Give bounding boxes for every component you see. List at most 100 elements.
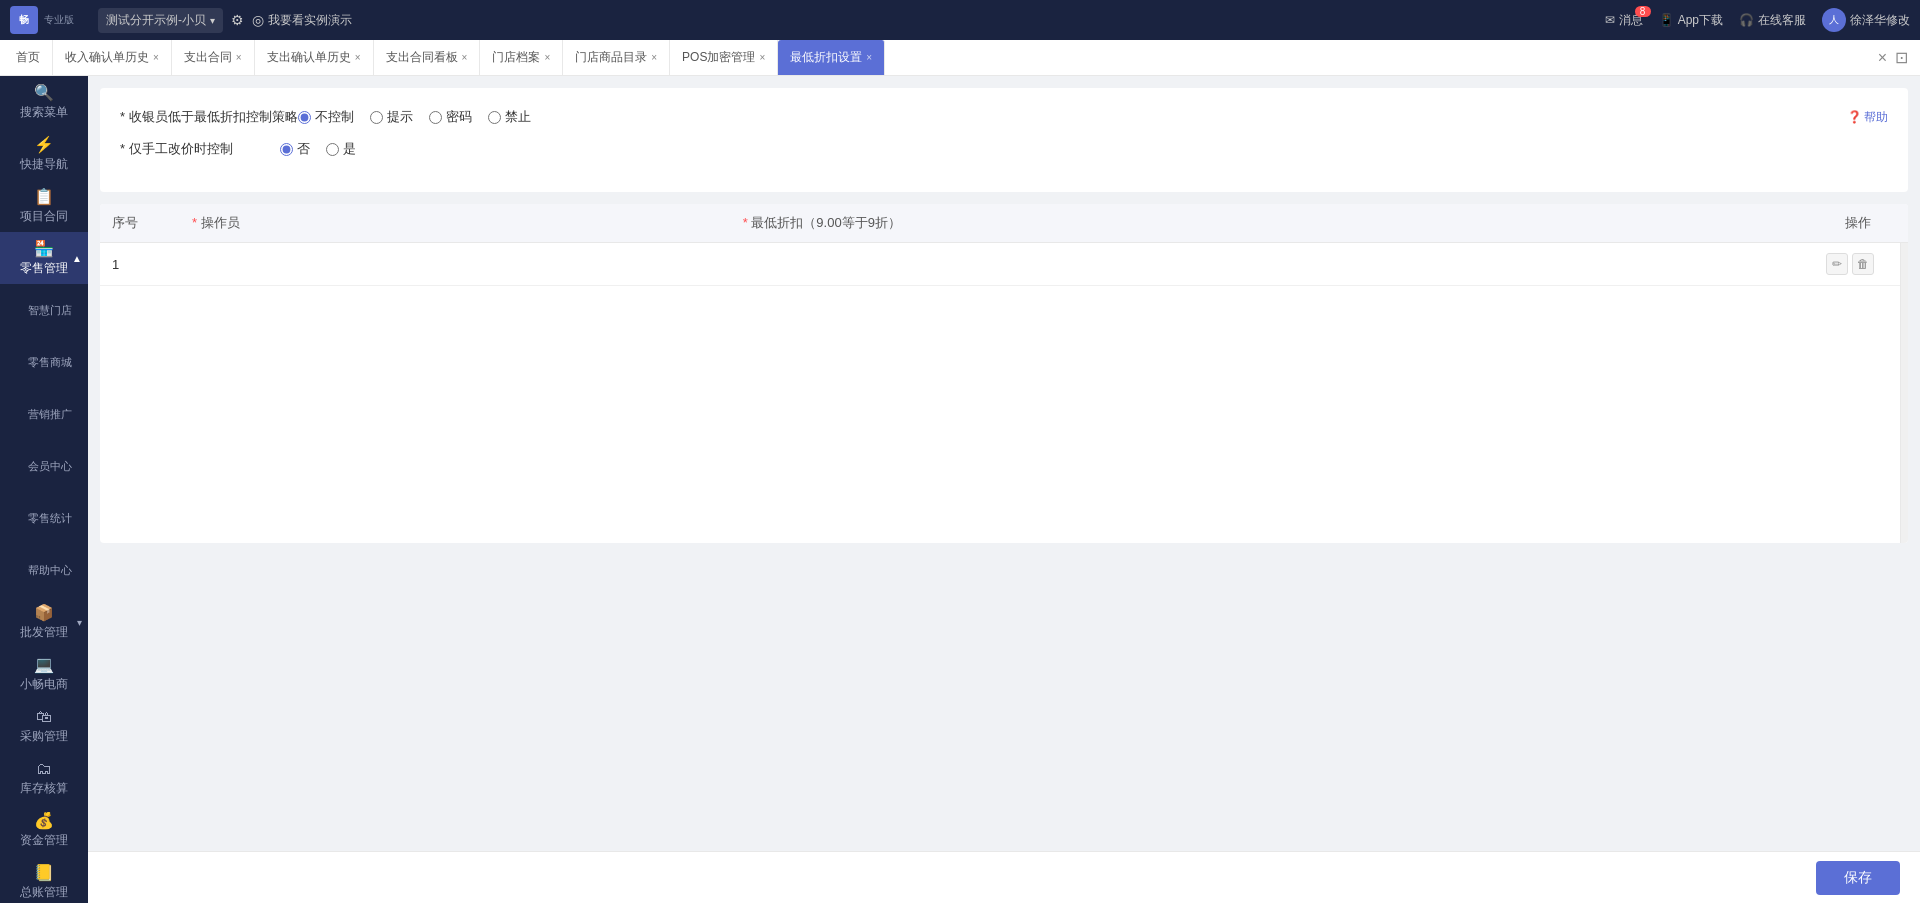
cashier-policy-label-text: * 收银员低于最低折扣控制策略 <box>120 109 298 124</box>
delete-row-btn-1[interactable]: 🗑 <box>1852 253 1874 275</box>
table-rows-wrap: 1 ✏ 🗑 <box>100 243 1900 543</box>
tab-min-discount[interactable]: 最低折扣设置 × <box>778 40 885 76</box>
sidebar-item-smart-store[interactable]: 智慧门店 <box>0 284 88 336</box>
tab-payment-board-close[interactable]: × <box>462 52 468 63</box>
sidebar-item-help-center[interactable]: 帮助中心 <box>0 544 88 596</box>
tab-store-products-close[interactable]: × <box>651 52 657 63</box>
td-seq-1: 1 <box>100 247 180 282</box>
tab-bar: 首页 收入确认单历史 × 支出合同 × 支出确认单历史 × 支出合同看板 × 门… <box>0 40 1920 76</box>
sidebar-item-shortcut[interactable]: ⚡ 快捷导航 <box>0 128 88 180</box>
sidebar-item-inventory-label: 库存核算 <box>20 780 68 797</box>
sidebar-item-project-contract-label: 项目合同 <box>20 208 68 225</box>
tab-pos-lock-close[interactable]: × <box>759 52 765 63</box>
sidebar-item-wholesale-mgmt-label: 批发管理 <box>20 624 68 641</box>
cashier-password-label: 密码 <box>446 108 472 126</box>
demo-icon: ◎ <box>252 12 264 28</box>
content-area: * 收银员低于最低折扣控制策略 不控制 提示 密码 <box>88 76 1920 903</box>
sidebar-item-marketing[interactable]: 营销推广 <box>0 388 88 440</box>
sidebar-item-search[interactable]: 🔍 搜索菜单 <box>0 76 88 128</box>
tab-payment-contract[interactable]: 支出合同 × <box>172 40 255 76</box>
help-link[interactable]: ❓ 帮助 <box>1847 109 1888 126</box>
table-header: 序号 * 操作员 * 最低折扣（9.00等于9折） 操作 <box>100 204 1908 243</box>
message-badge: 8 <box>1635 6 1651 17</box>
tab-expand-btn[interactable]: ⊡ <box>1895 48 1908 67</box>
sidebar-item-shortcut-label: 快捷导航 <box>20 156 68 173</box>
td-discount-1 <box>728 254 1800 274</box>
cashier-forbid-radio[interactable] <box>488 111 501 124</box>
cashier-no-control-radio[interactable] <box>298 111 311 124</box>
top-bar-right: ✉ 消息 8 📱 App下载 🎧 在线客服 人 徐泽华修改 <box>1605 8 1910 32</box>
user-avatar-area[interactable]: 人 徐泽华修改 <box>1822 8 1910 32</box>
tab-bar-end: × ⊡ <box>1870 48 1916 67</box>
cashier-prompt-label: 提示 <box>387 108 413 126</box>
sidebar-item-ecommerce[interactable]: 💻 小畅电商 <box>0 648 88 700</box>
sidebar-item-retail-mgmt[interactable]: 🏪 零售管理 ▲ <box>0 232 88 284</box>
help-center-label: 帮助中心 <box>28 563 72 578</box>
tab-close-all-btn[interactable]: × <box>1878 49 1887 67</box>
tab-pos-lock-label: POS加密管理 <box>682 49 755 66</box>
tab-min-discount-close[interactable]: × <box>866 52 872 63</box>
settings-icon[interactable]: ⚙ <box>231 12 244 28</box>
td-action-1: ✏ 🗑 <box>1800 243 1900 285</box>
save-button[interactable]: 保存 <box>1816 861 1900 895</box>
th-discount-label: 最低折扣（9.00等于9折） <box>751 215 901 230</box>
wholesale-mgmt-icon: 📦 <box>34 603 54 622</box>
table-scrollbar[interactable] <box>1900 243 1908 543</box>
cashier-forbid-option[interactable]: 禁止 <box>488 108 531 126</box>
project-name: 测试分开示例-小贝 <box>106 12 206 29</box>
cashier-prompt-radio[interactable] <box>370 111 383 124</box>
app-download-btn[interactable]: 📱 App下载 <box>1659 12 1723 29</box>
th-operator: * 操作员 <box>180 204 731 242</box>
project-selector[interactable]: 测试分开示例-小贝 ▾ <box>98 8 223 33</box>
sidebar-item-retail-mall[interactable]: 零售商城 <box>0 336 88 388</box>
tab-payment-confirm[interactable]: 支出确认单历史 × <box>255 40 374 76</box>
app-download-label: App下载 <box>1678 12 1723 29</box>
cashier-prompt-option[interactable]: 提示 <box>370 108 413 126</box>
inventory-icon: 🗂 <box>36 760 52 778</box>
demo-link[interactable]: ◎ 我要看实例演示 <box>252 12 352 29</box>
sidebar-item-finance[interactable]: 💰 资金管理 <box>0 804 88 856</box>
retail-mall-label: 零售商城 <box>28 355 72 370</box>
manual-price-yes-radio[interactable] <box>326 143 339 156</box>
tab-payment-confirm-close[interactable]: × <box>355 52 361 63</box>
sidebar-item-retail-stats[interactable]: 零售统计 <box>0 492 88 544</box>
delete-icon-1: 🗑 <box>1857 257 1869 271</box>
online-service-btn[interactable]: 🎧 在线客服 <box>1739 12 1806 29</box>
tab-store-file[interactable]: 门店档案 × <box>480 40 563 76</box>
sidebar-item-ledger[interactable]: 📒 总账管理 <box>0 856 88 903</box>
sidebar-item-inventory[interactable]: 🗂 库存核算 <box>0 752 88 804</box>
manual-price-no-option[interactable]: 否 <box>280 140 310 158</box>
th-action-label: 操作 <box>1845 215 1871 230</box>
main-layout: 🔍 搜索菜单 ⚡ 快捷导航 📋 项目合同 🏪 零售管理 ▲ 智慧门店 零售商城 … <box>0 76 1920 903</box>
edition-label: 专业版 <box>44 13 74 27</box>
sidebar-item-wholesale-mgmt[interactable]: 📦 批发管理 ▾ <box>0 596 88 648</box>
sidebar-item-purchase-mgmt[interactable]: 🛍 采购管理 <box>0 700 88 752</box>
page-content: * 收银员低于最低折扣控制策略 不控制 提示 密码 <box>88 76 1920 851</box>
tab-payment-board[interactable]: 支出合同看板 × <box>374 40 481 76</box>
logo-icon: 畅 <box>10 6 38 34</box>
edit-row-btn-1[interactable]: ✏ <box>1826 253 1848 275</box>
tab-home[interactable]: 首页 <box>4 40 53 76</box>
tab-income-confirm-label: 收入确认单历史 <box>65 49 149 66</box>
cashier-password-radio[interactable] <box>429 111 442 124</box>
sidebar-item-project-contract[interactable]: 📋 项目合同 <box>0 180 88 232</box>
cashier-password-option[interactable]: 密码 <box>429 108 472 126</box>
cashier-no-control-option[interactable]: 不控制 <box>298 108 354 126</box>
tab-income-confirm-close[interactable]: × <box>153 52 159 63</box>
tab-store-file-close[interactable]: × <box>544 52 550 63</box>
online-service-label: 在线客服 <box>1758 12 1806 29</box>
sidebar-item-retail-mgmt-label: 零售管理 <box>20 260 68 277</box>
sidebar-item-finance-label: 资金管理 <box>20 832 68 849</box>
sidebar-item-member-center[interactable]: 会员中心 <box>0 440 88 492</box>
sidebar-item-search-label: 搜索菜单 <box>20 104 68 121</box>
th-discount: * 最低折扣（9.00等于9折） <box>731 204 1808 242</box>
tab-store-products[interactable]: 门店商品目录 × <box>563 40 670 76</box>
message-icon: ✉ <box>1605 13 1615 27</box>
tab-payment-contract-close[interactable]: × <box>236 52 242 63</box>
tab-store-products-label: 门店商品目录 <box>575 49 647 66</box>
tab-income-confirm[interactable]: 收入确认单历史 × <box>53 40 172 76</box>
manual-price-no-radio[interactable] <box>280 143 293 156</box>
message-btn[interactable]: ✉ 消息 8 <box>1605 12 1643 29</box>
tab-pos-lock[interactable]: POS加密管理 × <box>670 40 778 76</box>
manual-price-yes-option[interactable]: 是 <box>326 140 356 158</box>
